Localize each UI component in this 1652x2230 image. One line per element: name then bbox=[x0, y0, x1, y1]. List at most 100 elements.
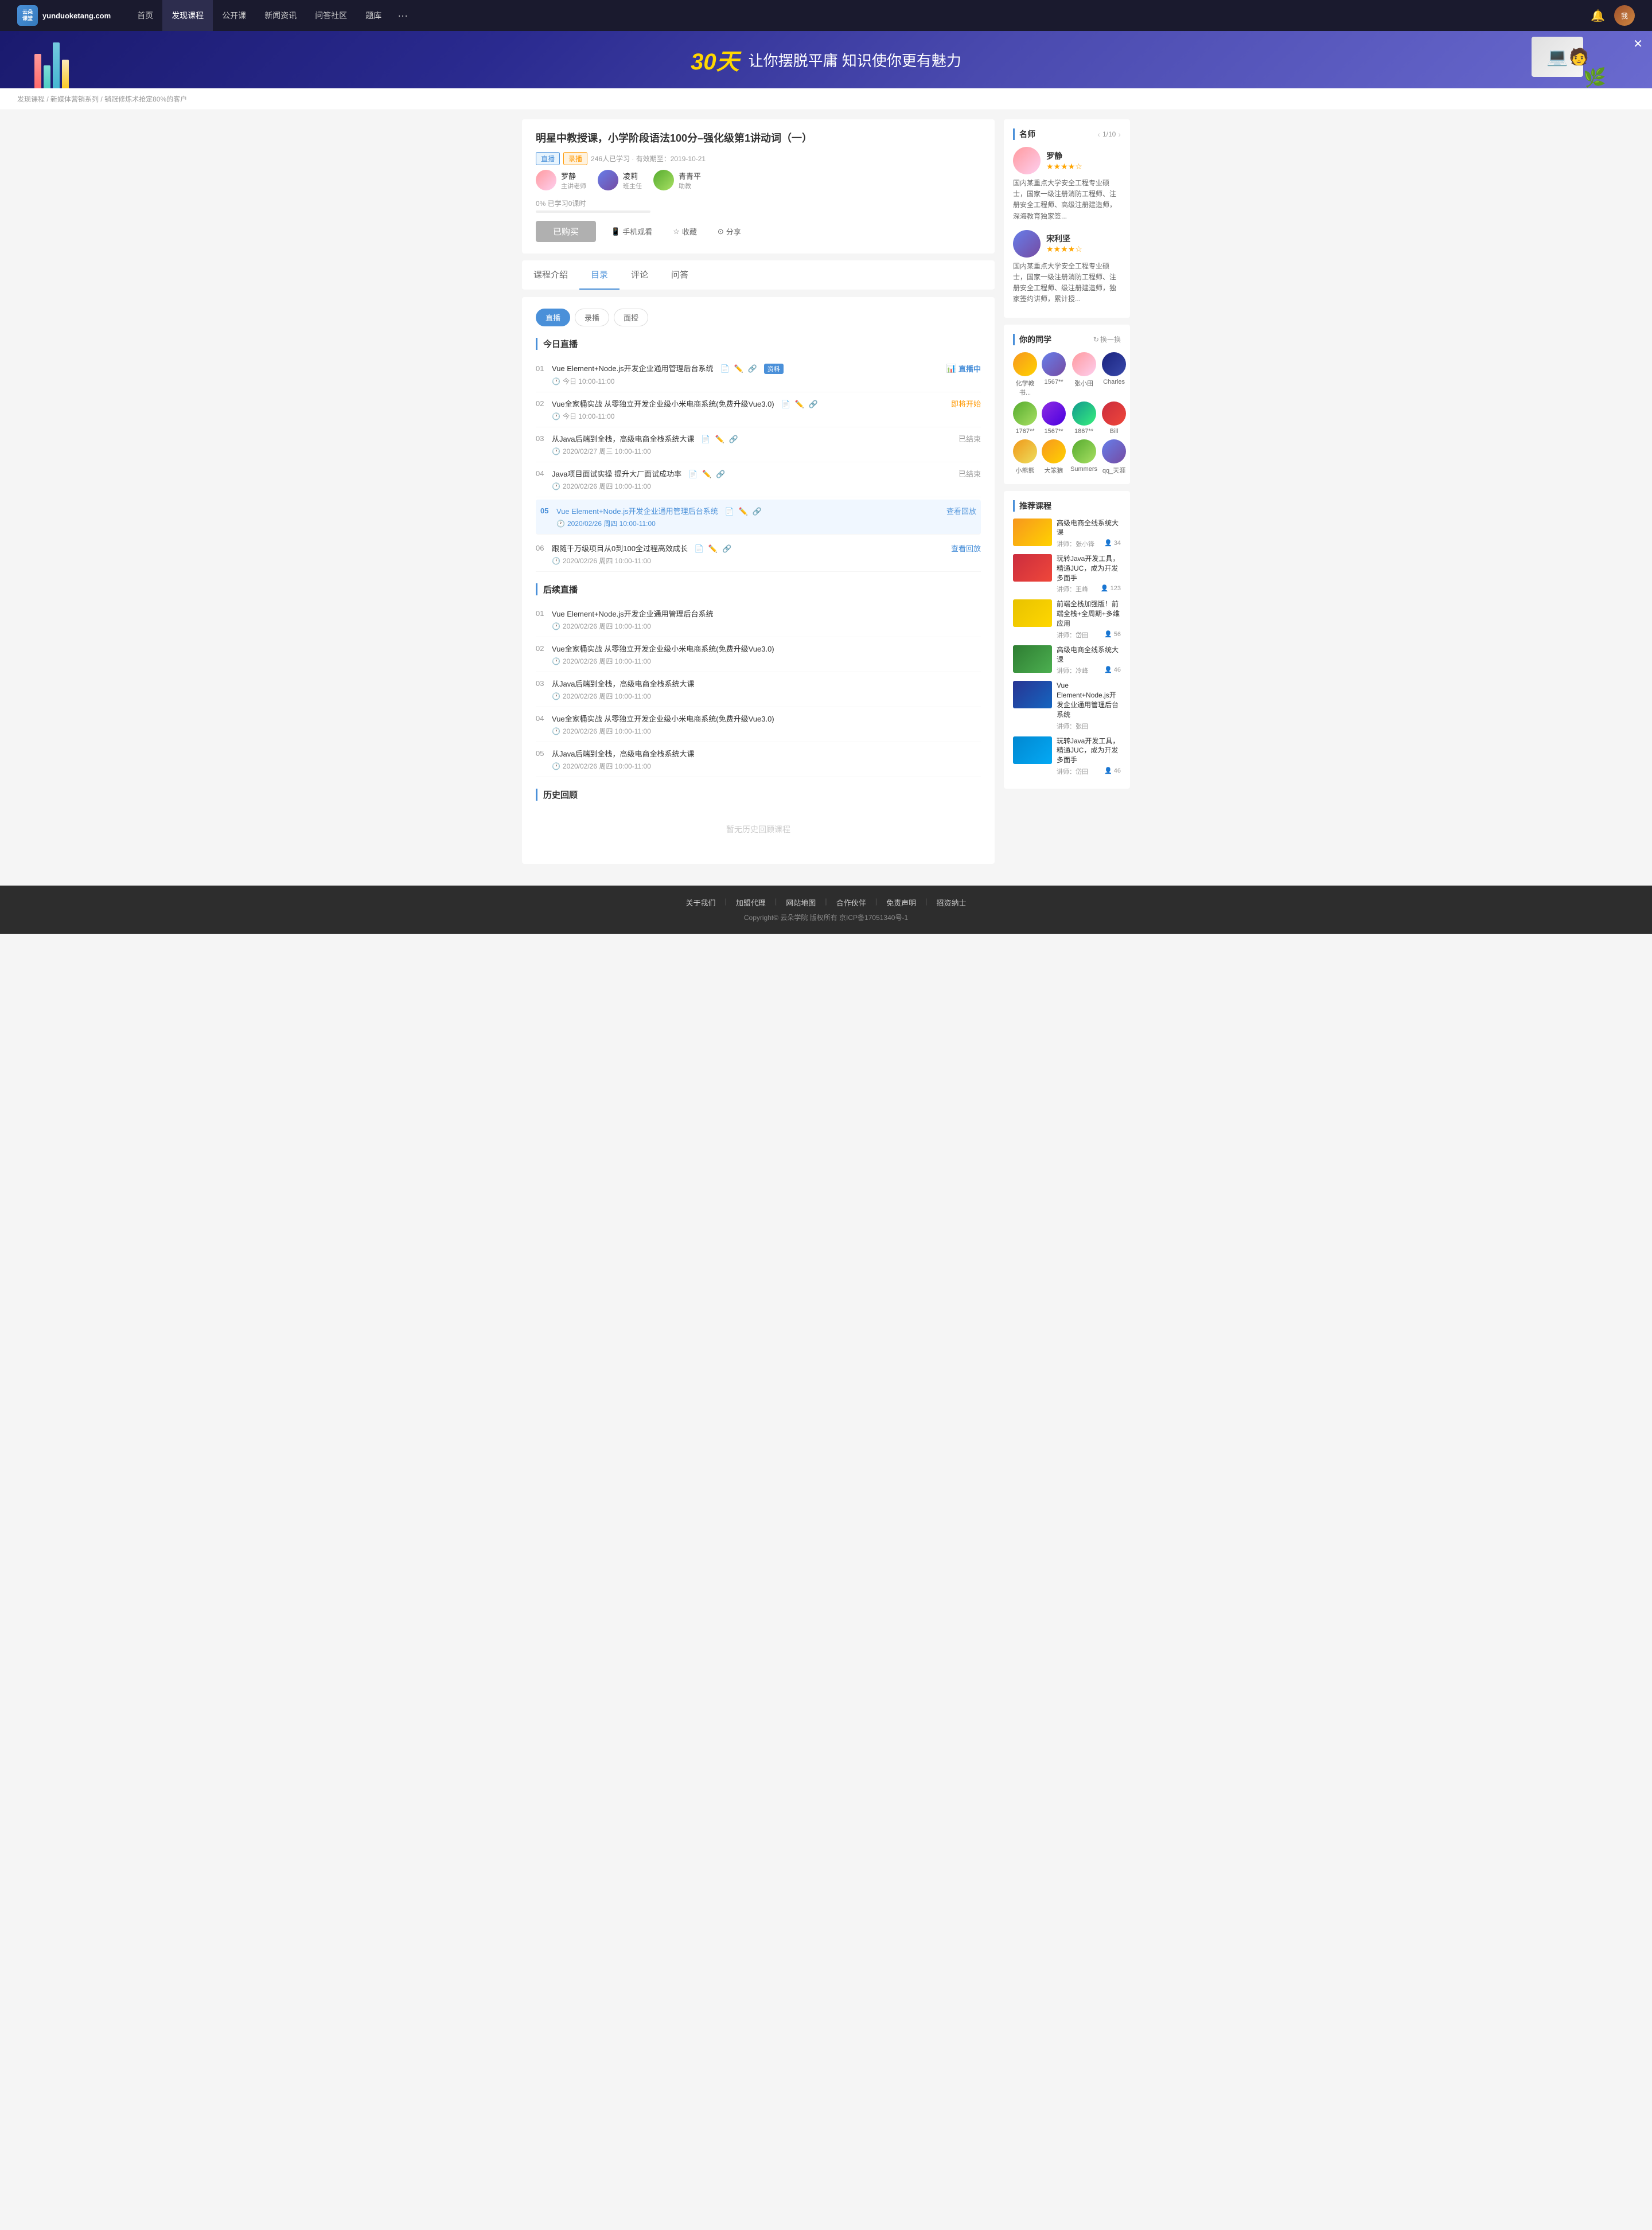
classmate-5[interactable]: 1567** bbox=[1042, 401, 1066, 435]
breadcrumb-discover[interactable]: 发现课程 bbox=[17, 95, 45, 103]
classmate-7[interactable]: Bill bbox=[1102, 401, 1126, 435]
rec-item-1[interactable]: 玩转Java开发工具，精通JUC，成为开发多面手 讲师：王峰 👤 123 bbox=[1013, 554, 1121, 594]
lesson-share-icon-3[interactable]: 🔗 bbox=[716, 470, 725, 478]
footer-link-partner[interactable]: 合作伙伴 bbox=[836, 897, 866, 908]
rec-teacher-2: 讲师：岱田 bbox=[1057, 630, 1088, 640]
classmate-name-2: 张小田 bbox=[1074, 379, 1093, 388]
footer-link-recruit[interactable]: 招资纳士 bbox=[937, 897, 967, 908]
lesson-edit-icon-4[interactable]: ✏️ bbox=[739, 507, 748, 516]
lesson-share-icon-2[interactable]: 🔗 bbox=[729, 435, 738, 443]
teacher-sidebar-name-0[interactable]: 罗静 bbox=[1046, 150, 1082, 162]
tab-review[interactable]: 评论 bbox=[620, 260, 660, 290]
teacher-role-1: 班主任 bbox=[623, 181, 642, 190]
nav-item-discover[interactable]: 发现课程 bbox=[162, 0, 213, 31]
lesson-status-4[interactable]: 查看回放 bbox=[946, 505, 976, 516]
collect-button[interactable]: ☆ 收藏 bbox=[667, 223, 703, 240]
lesson-doc-icon-3[interactable]: 📄 bbox=[688, 470, 698, 478]
sub-tab-live[interactable]: 直播 bbox=[536, 309, 570, 326]
logo[interactable]: 云朵课堂 yunduoketang.com bbox=[17, 5, 111, 26]
classmate-0[interactable]: 化学教书... bbox=[1013, 352, 1037, 397]
classmate-11[interactable]: qq_天涯 bbox=[1102, 439, 1126, 475]
nav-item-news[interactable]: 新闻资讯 bbox=[255, 0, 306, 31]
teacher-name-1[interactable]: 凌莉 bbox=[623, 170, 642, 181]
classmate-10[interactable]: Summers bbox=[1070, 439, 1097, 475]
user-avatar[interactable]: 我 bbox=[1614, 5, 1635, 26]
lesson-material-badge-0[interactable]: 资料 bbox=[764, 364, 784, 374]
tab-catalog[interactable]: 目录 bbox=[579, 260, 620, 290]
future-title-2[interactable]: 从Java后端到全栈，高级电商全栈系统大课 bbox=[552, 678, 981, 689]
lesson-edit-icon-5[interactable]: ✏️ bbox=[708, 544, 718, 553]
footer-link-agent[interactable]: 加盟代理 bbox=[736, 897, 766, 908]
teacher-role-0: 主讲老师 bbox=[561, 181, 586, 190]
share-button[interactable]: ⊙ 分享 bbox=[712, 223, 747, 240]
lesson-doc-icon-0[interactable]: 📄 bbox=[720, 364, 730, 373]
nav-more[interactable]: ··· bbox=[391, 0, 415, 31]
rec-item-2[interactable]: 前端全栈加强版！前端全栈+全周期+多维应用 讲师：岱田 👤 56 bbox=[1013, 599, 1121, 639]
classmate-2[interactable]: 张小田 bbox=[1070, 352, 1097, 397]
nav-item-open[interactable]: 公开课 bbox=[213, 0, 255, 31]
rec-item-3[interactable]: 高级电商全线系统大课 讲师：冷峰 👤 46 bbox=[1013, 645, 1121, 676]
lesson-edit-icon-3[interactable]: ✏️ bbox=[702, 470, 711, 478]
teacher-name-0[interactable]: 罗静 bbox=[561, 170, 586, 181]
future-title-1[interactable]: Vue全家桶实战 从零独立开发企业级小米电商系统(免费升级Vue3.0) bbox=[552, 643, 981, 654]
next-teacher-btn[interactable]: › bbox=[1118, 130, 1121, 139]
lesson-share-icon-4[interactable]: 🔗 bbox=[753, 507, 762, 516]
lesson-doc-icon-5[interactable]: 📄 bbox=[695, 544, 704, 553]
rec-course-title-2: 前端全栈加强版！前端全栈+全周期+多维应用 bbox=[1057, 599, 1121, 628]
tab-qa[interactable]: 问答 bbox=[660, 260, 700, 290]
rec-item-5[interactable]: 玩转Java开发工具，精通JUC，成为开发多面手 讲师：岱田 👤 46 bbox=[1013, 736, 1121, 776]
rec-teacher-1: 讲师：王峰 bbox=[1057, 584, 1088, 594]
lesson-title-3[interactable]: Java项目面试实操 提升大厂面试成功率 bbox=[552, 470, 681, 478]
classmate-6[interactable]: 1867** bbox=[1070, 401, 1097, 435]
notification-icon[interactable]: 🔔 bbox=[1591, 9, 1605, 23]
classmate-3[interactable]: Charles bbox=[1102, 352, 1126, 397]
refresh-button[interactable]: ↻ 换一换 bbox=[1093, 334, 1121, 344]
rec-item-0[interactable]: 高级电商全线系统大课 讲师：张小锋 👤 34 bbox=[1013, 518, 1121, 549]
classmate-8[interactable]: 小熊熊 bbox=[1013, 439, 1037, 475]
footer-link-about[interactable]: 关于我们 bbox=[685, 897, 715, 908]
lesson-title-1[interactable]: Vue全家桶实战 从零独立开发企业级小米电商系统(免费升级Vue3.0) bbox=[552, 400, 774, 408]
lesson-title-0[interactable]: Vue Element+Node.js开发企业通用管理后台系统 bbox=[552, 364, 714, 373]
rec-item-4[interactable]: Vue Element+Node.js开发企业通用管理后台系统 讲师：张田 bbox=[1013, 681, 1121, 730]
future-title-4[interactable]: 从Java后端到全栈，高级电商全栈系统大课 bbox=[552, 748, 981, 759]
lesson-edit-icon-2[interactable]: ✏️ bbox=[715, 435, 724, 443]
lesson-time-5: 🕐2020/02/26 周四 10:00-11:00 bbox=[536, 556, 981, 566]
footer-link-sitemap[interactable]: 网站地图 bbox=[786, 897, 816, 908]
classmate-9[interactable]: 大笨狼 bbox=[1042, 439, 1066, 475]
lesson-edit-icon-1[interactable]: ✏️ bbox=[795, 400, 804, 408]
nav-item-qa[interactable]: 问答社区 bbox=[306, 0, 356, 31]
lesson-doc-icon-4[interactable]: 📄 bbox=[725, 507, 734, 516]
mobile-watch-button[interactable]: 📱 手机观看 bbox=[605, 223, 658, 240]
classmate-4[interactable]: 1767** bbox=[1013, 401, 1037, 435]
footer-link-disclaimer[interactable]: 免责声明 bbox=[886, 897, 916, 908]
sub-tabs: 直播 录播 面授 bbox=[536, 309, 981, 326]
lesson-share-icon-1[interactable]: 🔗 bbox=[809, 400, 818, 408]
nav-item-questions[interactable]: 题库 bbox=[356, 0, 391, 31]
lesson-share-icon-0[interactable]: 🔗 bbox=[748, 364, 757, 373]
banner-close-button[interactable]: ✕ bbox=[1633, 37, 1643, 51]
nav-item-home[interactable]: 首页 bbox=[128, 0, 162, 31]
classmate-1[interactable]: 1567** bbox=[1042, 352, 1066, 397]
teacher-card-header: 名师 ‹ 1/10 › bbox=[1013, 128, 1121, 140]
future-title-3[interactable]: Vue全家桶实战 从零独立开发企业级小米电商系统(免费升级Vue3.0) bbox=[552, 713, 981, 724]
lesson-doc-icon-2[interactable]: 📄 bbox=[701, 435, 710, 443]
lesson-num-4: 05 bbox=[540, 506, 556, 515]
tab-intro[interactable]: 课程介绍 bbox=[522, 260, 579, 290]
lesson-title-2[interactable]: 从Java后端到全栈，高级电商全栈系统大课 bbox=[552, 435, 694, 443]
lesson-doc-icon-1[interactable]: 📄 bbox=[781, 400, 790, 408]
prev-teacher-btn[interactable]: ‹ bbox=[1097, 130, 1100, 139]
sub-tab-record[interactable]: 录播 bbox=[575, 309, 609, 326]
sub-tab-offline[interactable]: 面授 bbox=[614, 309, 648, 326]
lesson-edit-icon-0[interactable]: ✏️ bbox=[734, 364, 743, 373]
teacher-sidebar-name-1[interactable]: 宋利坚 bbox=[1046, 233, 1082, 244]
rec-course-title-4: Vue Element+Node.js开发企业通用管理后台系统 bbox=[1057, 681, 1121, 719]
lesson-title-4[interactable]: Vue Element+Node.js开发企业通用管理后台系统 bbox=[556, 507, 718, 516]
teacher-name-2[interactable]: 青青平 bbox=[679, 170, 701, 181]
lesson-title-5[interactable]: 跟随千万级项目从0到100全过程高效成长 bbox=[552, 544, 688, 553]
future-title-0[interactable]: Vue Element+Node.js开发企业通用管理后台系统 bbox=[552, 608, 981, 619]
lesson-status-5[interactable]: 查看回放 bbox=[951, 543, 981, 553]
lesson-share-icon-5[interactable]: 🔗 bbox=[722, 544, 731, 553]
lesson-status-3: 已结束 bbox=[959, 468, 981, 479]
breadcrumb-series[interactable]: 新媒体营销系列 bbox=[50, 95, 99, 103]
buy-button[interactable]: 已购买 bbox=[536, 221, 596, 242]
